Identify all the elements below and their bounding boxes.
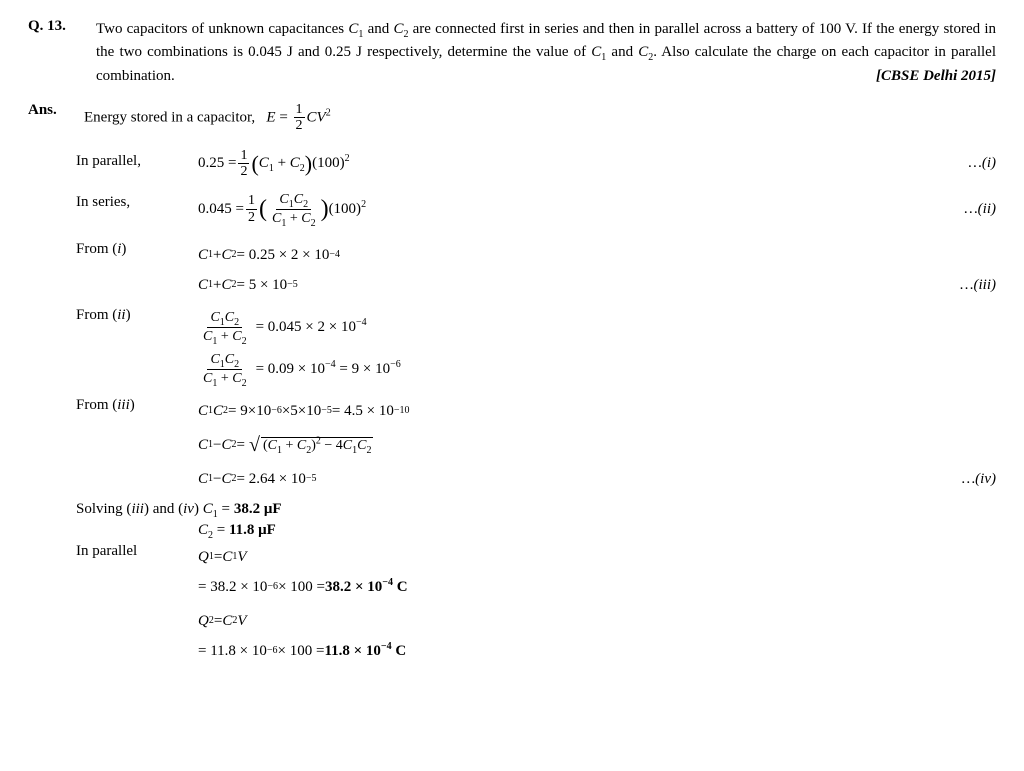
question-text: Two capacitors of unknown capacitances C… (96, 18, 996, 88)
from-ii-content: C1C2 C1 + C2 = 0.045 × 2 × 10−4 C1C2 C1 … (198, 307, 996, 391)
answer-row: Ans. Energy stored in a capacitor, E = 1… (28, 102, 996, 134)
series-label: In series, (28, 189, 198, 216)
from-ii-block: From (ii) C1C2 C1 + C2 = 0.045 × 2 × 10−… (28, 307, 996, 391)
from-i-content: C1 + C2 = 0.25 × 2 × 10−4 C1 + C2 = 5 × … (198, 241, 996, 301)
from-ii-label: From (ii) (28, 307, 198, 324)
ans-label: Ans. (28, 102, 76, 119)
parallel-content: 0.25 = 12 (C1 + C2)(100)2 …(i) (198, 148, 996, 182)
eq-number-i: …(i) (968, 150, 996, 177)
from-i-block: From (i) C1 + C2 = 0.25 × 2 × 10−4 C1 + … (28, 241, 996, 301)
parallel-section: In parallel, 0.25 = 12 (C1 + C2)(100)2 …… (28, 148, 996, 182)
series-section: In series, 0.045 = 12 ( C1C2 C1 + C2 ) (… (28, 189, 996, 231)
solving-line: Solving (iii) and (iv) C1 = 38.2 μF (28, 501, 996, 518)
in-parallel-label: In parallel (28, 543, 198, 560)
q2-value-line: = 11.8 × 10−6 × 100 = 11.8 × 10−4 C (198, 637, 996, 665)
eq-number-iv: …(iv) (936, 471, 996, 488)
from-iii-eq2: C1 − C2 = √ (C1 + C2)2 − 4C1C2 (198, 431, 996, 459)
eq-number-iii: …(iii) (936, 277, 996, 294)
q2-label-line: Q2 = C2V (198, 607, 996, 635)
from-iii-block: From (iii) C1 C2 = 9×10−6 ×5×10−5 = 4.5 … (28, 397, 996, 495)
q1-value-line: = 38.2 × 10−6 × 100 = 38.2 × 10−4 C (198, 573, 996, 601)
energy-formula: Energy stored in a capacitor, E = 12CV2 (84, 102, 331, 134)
c2-line: C2 = 11.8 μF (28, 522, 996, 539)
cbse-reference: [CBSE Delhi 2015] (876, 65, 996, 88)
from-ii-eq2: C1C2 C1 + C2 = 0.09 × 10−4 = 9 × 10−6 (198, 349, 996, 389)
in-parallel-content: Q1 = C1V = 38.2 × 10−6 × 100 = 38.2 × 10… (198, 543, 996, 667)
from-ii-eq1: C1C2 C1 + C2 = 0.045 × 2 × 10−4 (198, 307, 996, 347)
from-iii-content: C1 C2 = 9×10−6 ×5×10−5 = 4.5 × 10−10 C1 … (198, 397, 996, 495)
from-iii-eq3: C1 − C2 = 2.64 × 10−5 …(iv) (198, 465, 996, 493)
series-equation: 0.045 = 12 ( C1C2 C1 + C2 ) (100)2 …(ii) (198, 189, 996, 229)
question-number: Q. 13. (28, 18, 88, 88)
parallel-label: In parallel, (28, 148, 198, 175)
from-iii-label: From (iii) (28, 397, 198, 414)
q1-label-line: Q1 = C1V (198, 543, 996, 571)
series-content: 0.045 = 12 ( C1C2 C1 + C2 ) (100)2 …(ii) (198, 189, 996, 231)
from-iii-eq1: C1 C2 = 9×10−6 ×5×10−5 = 4.5 × 10−10 (198, 397, 996, 425)
from-i-eq2: C1 + C2 = 5 × 10−5 …(iii) (198, 271, 996, 299)
parallel-equation: 0.25 = 12 (C1 + C2)(100)2 …(i) (198, 148, 996, 180)
from-i-label: From (i) (28, 241, 198, 258)
question-block: Q. 13. Two capacitors of unknown capacit… (28, 18, 996, 88)
in-parallel-block: In parallel Q1 = C1V = 38.2 × 10−6 × 100… (28, 543, 996, 667)
eq-number-ii: …(ii) (964, 196, 996, 223)
from-i-eq1: C1 + C2 = 0.25 × 2 × 10−4 (198, 241, 996, 269)
